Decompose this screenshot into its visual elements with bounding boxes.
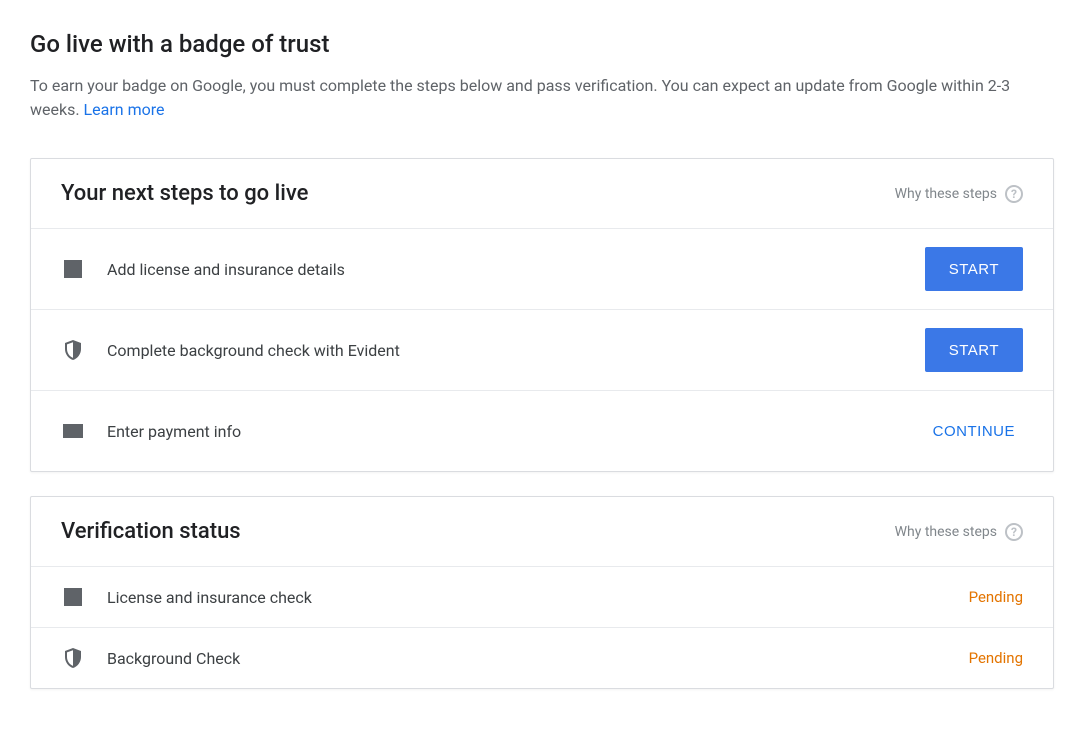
help-icon: ? [1005,523,1023,541]
verification-row-background: Background Check Pending [31,628,1053,688]
status-badge: Pending [969,649,1023,667]
why-verification-link[interactable]: Why these steps ? [895,523,1023,541]
verification-label: License and insurance check [107,588,969,607]
verification-header: Verification status Why these steps ? [31,497,1053,567]
why-steps-link[interactable]: Why these steps ? [895,185,1023,203]
shield-icon [61,646,85,670]
step-label: Add license and insurance details [107,260,925,279]
help-icon: ? [1005,185,1023,203]
next-steps-header: Your next steps to go live Why these ste… [31,159,1053,229]
document-icon [61,585,85,609]
why-verification-label: Why these steps [895,524,997,540]
shield-icon [61,338,85,362]
step-row-payment: Enter payment info CONTINUE [31,391,1053,471]
step-row-license: Add license and insurance details START [31,229,1053,310]
next-steps-card: Your next steps to go live Why these ste… [30,158,1054,472]
page-title: Go live with a badge of trust [30,30,1054,58]
credit-card-icon [61,419,85,443]
verification-label: Background Check [107,649,969,668]
verification-row-license: License and insurance check Pending [31,567,1053,628]
step-label: Complete background check with Evident [107,341,925,360]
verification-card: Verification status Why these steps ? Li… [30,496,1054,689]
step-label: Enter payment info [107,422,925,441]
page-subtitle: To earn your badge on Google, you must c… [30,74,1054,122]
start-background-button[interactable]: START [925,328,1023,372]
step-row-background: Complete background check with Evident S… [31,310,1053,391]
start-license-button[interactable]: START [925,247,1023,291]
verification-title: Verification status [61,519,241,544]
subtitle-text: To earn your badge on Google, you must c… [30,76,1010,119]
document-icon [61,257,85,281]
learn-more-link[interactable]: Learn more [84,100,165,119]
continue-payment-button[interactable]: CONTINUE [925,409,1023,453]
why-steps-label: Why these steps [895,186,997,202]
status-badge: Pending [969,588,1023,606]
next-steps-title: Your next steps to go live [61,181,308,206]
